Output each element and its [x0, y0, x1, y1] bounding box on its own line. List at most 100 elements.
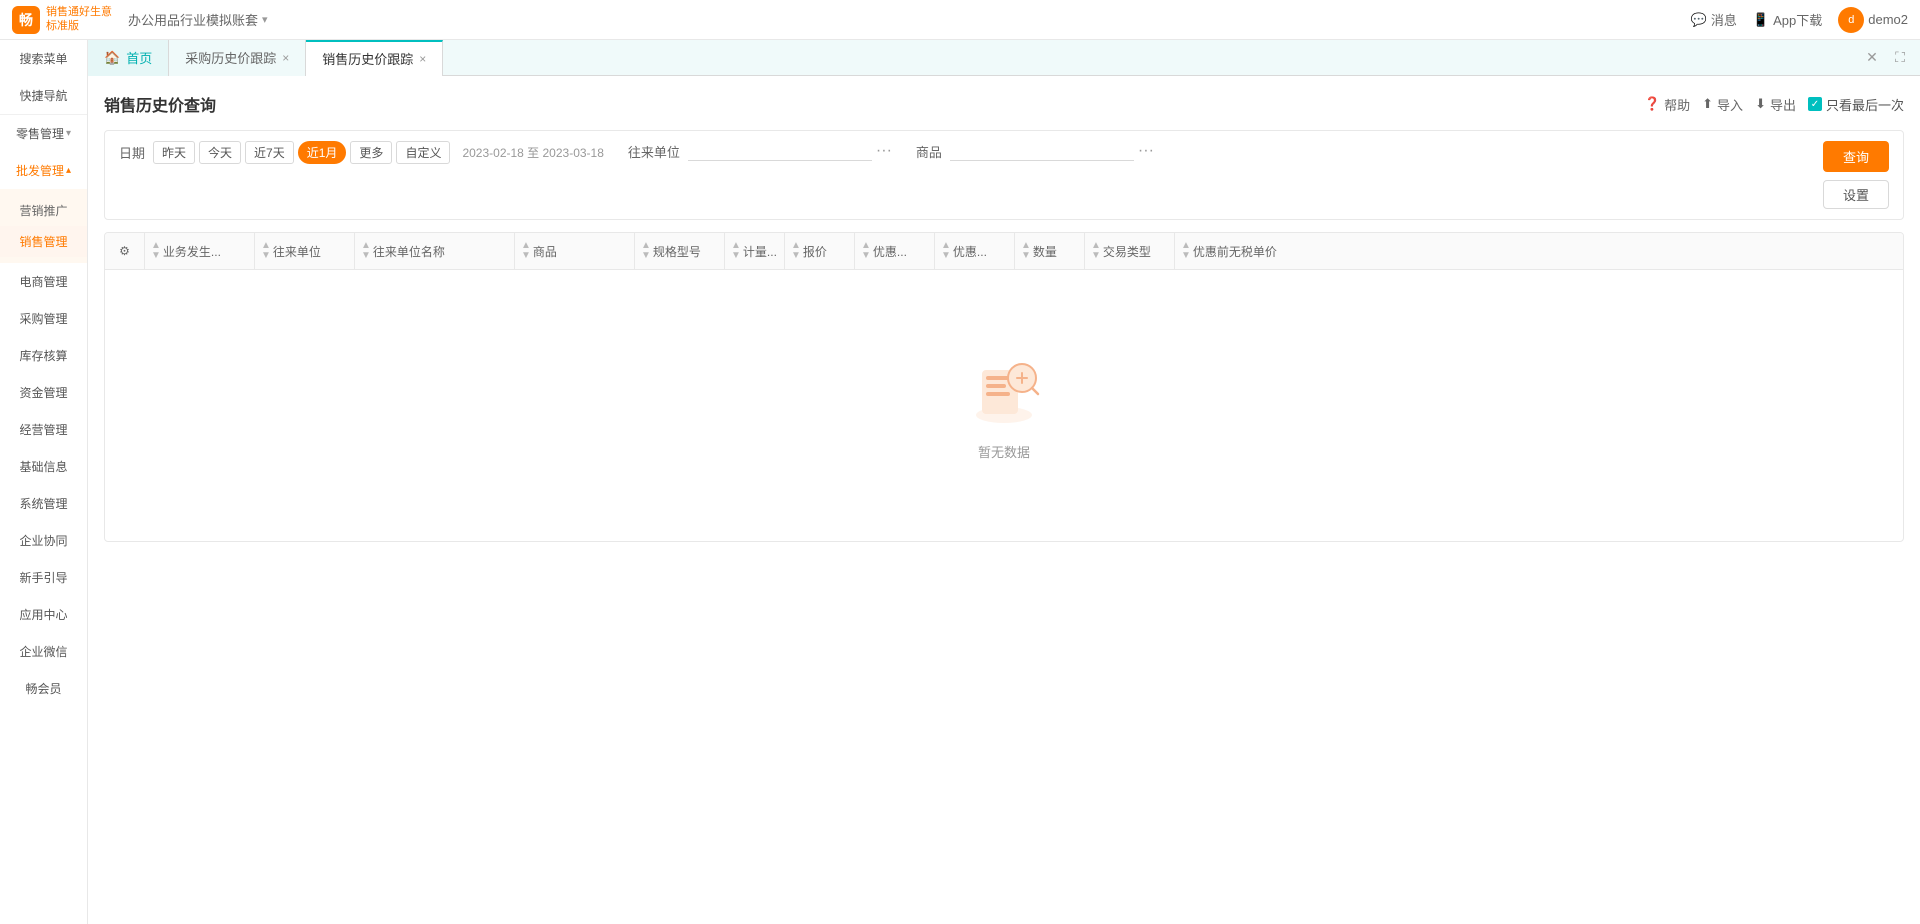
sidebar-item-wholesale-mgmt[interactable]: 批发管理 ▴ [0, 152, 87, 189]
partner-filter-group: 往来单位 ··· [628, 141, 892, 161]
page-title: 销售历史价查询 [104, 92, 216, 116]
partner-search-icon[interactable]: ··· [876, 142, 892, 160]
import-button[interactable]: ⬆ 导入 [1702, 95, 1743, 114]
main-content-area: 🏠 首页 采购历史价跟踪 × 销售历史价跟踪 × ✕ ⛶ 销售历史价查询 [88, 40, 1920, 924]
tab-home[interactable]: 🏠 首页 [88, 40, 169, 76]
main-layout: 搜索菜单 快捷导航 零售管理 ▾ 批发管理 ▴ 营销推广 销售管理 电商管理 采… [0, 40, 1920, 924]
query-button[interactable]: 查询 [1823, 141, 1889, 172]
sidebar-item-ecommerce[interactable]: 电商管理 [0, 263, 87, 300]
date-btn-more[interactable]: 更多 [350, 141, 392, 164]
tab-sales-close[interactable]: × [419, 52, 426, 66]
logo-area: 畅 销售通好生意 标准版 [12, 6, 112, 34]
partner-input-area: ··· [688, 141, 892, 161]
logo-icon: 畅 [12, 6, 40, 34]
th-spec[interactable]: ▲▼ 规格型号 [635, 233, 725, 269]
th-disc2[interactable]: ▲▼ 优惠... [935, 233, 1015, 269]
home-icon: 🏠 [104, 50, 120, 66]
settings-button[interactable]: 设置 [1823, 180, 1889, 209]
sidebar-item-app-center[interactable]: 应用中心 [0, 596, 87, 633]
sidebar-item-sales-mgmt[interactable]: 销售管理 [0, 226, 87, 257]
avatar: d [1838, 7, 1864, 33]
page-actions: ❓ 帮助 ⬆ 导入 ⬇ 导出 ✓ 只看最后一次 [1644, 95, 1904, 114]
help-icon: ❓ [1644, 96, 1660, 112]
sort-icon: ▲▼ [941, 241, 951, 261]
th-gear[interactable]: ⚙ [105, 233, 145, 269]
date-buttons: 昨天 今天 近7天 近1月 更多 自定义 [153, 141, 450, 164]
fullscreen-button[interactable]: ⛶ [1888, 46, 1912, 70]
th-unit[interactable]: ▲▼ 计量... [725, 233, 785, 269]
goods-input-area: ··· [950, 141, 1154, 161]
sidebar-item-operations[interactable]: 经营管理 [0, 411, 87, 448]
sidebar-item-system[interactable]: 系统管理 [0, 485, 87, 522]
goods-search-icon[interactable]: ··· [1138, 142, 1154, 160]
th-partner-name[interactable]: ▲▼ 往来单位名称 [355, 233, 515, 269]
topbar-left: 畅 销售通好生意 标准版 办公用品行业模拟账套 ▾ [12, 6, 268, 34]
checkbox-checked-icon: ✓ [1808, 97, 1822, 111]
download-icon: 📱 [1753, 12, 1769, 28]
empty-icon [964, 350, 1044, 430]
date-btn-yesterday[interactable]: 昨天 [153, 141, 195, 164]
message-button[interactable]: 💬 消息 [1691, 10, 1737, 29]
th-goods[interactable]: ▲▼ 商品 [515, 233, 635, 269]
tabs-bar: 🏠 首页 采购历史价跟踪 × 销售历史价跟踪 × ✕ ⛶ [88, 40, 1920, 76]
page-title-bar: 销售历史价查询 ❓ 帮助 ⬆ 导入 ⬇ 导出 [104, 92, 1904, 116]
th-pretax[interactable]: ▲▼ 优惠前无税单价 [1175, 233, 1903, 269]
export-icon: ⬇ [1755, 96, 1766, 112]
date-btn-custom[interactable]: 自定义 [396, 141, 450, 164]
sidebar-item-vip[interactable]: 畅会员 [0, 670, 87, 707]
app-selector[interactable]: 办公用品行业模拟账套 ▾ [128, 10, 268, 29]
tab-purchase-close[interactable]: × [282, 51, 289, 65]
sidebar-item-enterprise[interactable]: 企业协同 [0, 522, 87, 559]
export-button[interactable]: ⬇ 导出 [1755, 95, 1796, 114]
th-qty[interactable]: ▲▼ 数量 [1015, 233, 1085, 269]
goods-input[interactable] [950, 141, 1134, 161]
goods-filter-group: 商品 ··· [916, 141, 1154, 161]
partner-input[interactable] [688, 141, 872, 161]
sidebar-item-new-guide[interactable]: 新手引导 [0, 559, 87, 596]
sidebar-item-search[interactable]: 搜索菜单 [0, 40, 87, 77]
tab-sales[interactable]: 销售历史价跟踪 × [306, 40, 443, 76]
date-filter-group: 日期 昨天 今天 近7天 近1月 更多 自定义 2023-02-18 至 202… [119, 141, 604, 164]
close-all-tabs-button[interactable]: ✕ [1860, 46, 1884, 70]
help-button[interactable]: ❓ 帮助 [1644, 95, 1690, 114]
filter-bar: 日期 昨天 今天 近7天 近1月 更多 自定义 2023-02-18 至 202… [104, 130, 1904, 220]
filter-actions: 查询 设置 [1823, 141, 1889, 209]
th-disc1[interactable]: ▲▼ 优惠... [855, 233, 935, 269]
date-btn-7days[interactable]: 近7天 [245, 141, 294, 164]
sidebar-item-retail-mgmt[interactable]: 零售管理 ▾ [0, 115, 87, 152]
chevron-down-icon: ▾ [66, 128, 71, 139]
topbar-right: 💬 消息 📱 App下载 d demo2 [1691, 7, 1908, 33]
table-header: ⚙ ▲▼ 业务发生... ▲▼ 往来单位 ▲▼ 往来单位名称 [105, 233, 1903, 270]
th-biz-date[interactable]: ▲▼ 业务发生... [145, 233, 255, 269]
sidebar-item-inventory[interactable]: 库存核算 [0, 337, 87, 374]
sidebar-sub-wholesale: 营销推广 销售管理 [0, 189, 87, 263]
tab-purchase[interactable]: 采购历史价跟踪 × [169, 40, 306, 76]
th-partner[interactable]: ▲▼ 往来单位 [255, 233, 355, 269]
goods-label: 商品 [916, 142, 942, 161]
sidebar-item-basic-info[interactable]: 基础信息 [0, 448, 87, 485]
user-profile[interactable]: d demo2 [1838, 7, 1908, 33]
content-inner: 销售历史价查询 ❓ 帮助 ⬆ 导入 ⬇ 导出 [88, 76, 1920, 558]
date-btn-1month[interactable]: 近1月 [298, 141, 347, 164]
sidebar-item-finance[interactable]: 资金管理 [0, 374, 87, 411]
chevron-up-icon: ▴ [66, 165, 71, 176]
sidebar: 搜索菜单 快捷导航 零售管理 ▾ 批发管理 ▴ 营销推广 销售管理 电商管理 采… [0, 40, 88, 924]
content: 销售历史价查询 ❓ 帮助 ⬆ 导入 ⬇ 导出 [88, 76, 1920, 924]
sidebar-item-marketing[interactable]: 营销推广 [0, 195, 87, 226]
sort-icon: ▲▼ [361, 241, 371, 261]
sidebar-item-purchase[interactable]: 采购管理 [0, 300, 87, 337]
th-trade-type[interactable]: ▲▼ 交易类型 [1085, 233, 1175, 269]
logo-text: 销售通好生意 标准版 [46, 6, 112, 32]
date-btn-today[interactable]: 今天 [199, 141, 241, 164]
th-quote[interactable]: ▲▼ 报价 [785, 233, 855, 269]
data-table: ⚙ ▲▼ 业务发生... ▲▼ 往来单位 ▲▼ 往来单位名称 [104, 232, 1904, 542]
only-last-checkbox[interactable]: ✓ 只看最后一次 [1808, 95, 1904, 114]
sort-icon: ▲▼ [641, 241, 651, 261]
app-download-button[interactable]: 📱 App下载 [1753, 10, 1822, 29]
date-label: 日期 [119, 143, 145, 162]
sidebar-item-enterprise-wechat[interactable]: 企业微信 [0, 633, 87, 670]
sidebar-item-quick-nav[interactable]: 快捷导航 [0, 77, 87, 114]
chevron-down-icon: ▾ [262, 13, 268, 26]
partner-label: 往来单位 [628, 142, 680, 161]
tabs-actions: ✕ ⛶ [1860, 46, 1920, 70]
